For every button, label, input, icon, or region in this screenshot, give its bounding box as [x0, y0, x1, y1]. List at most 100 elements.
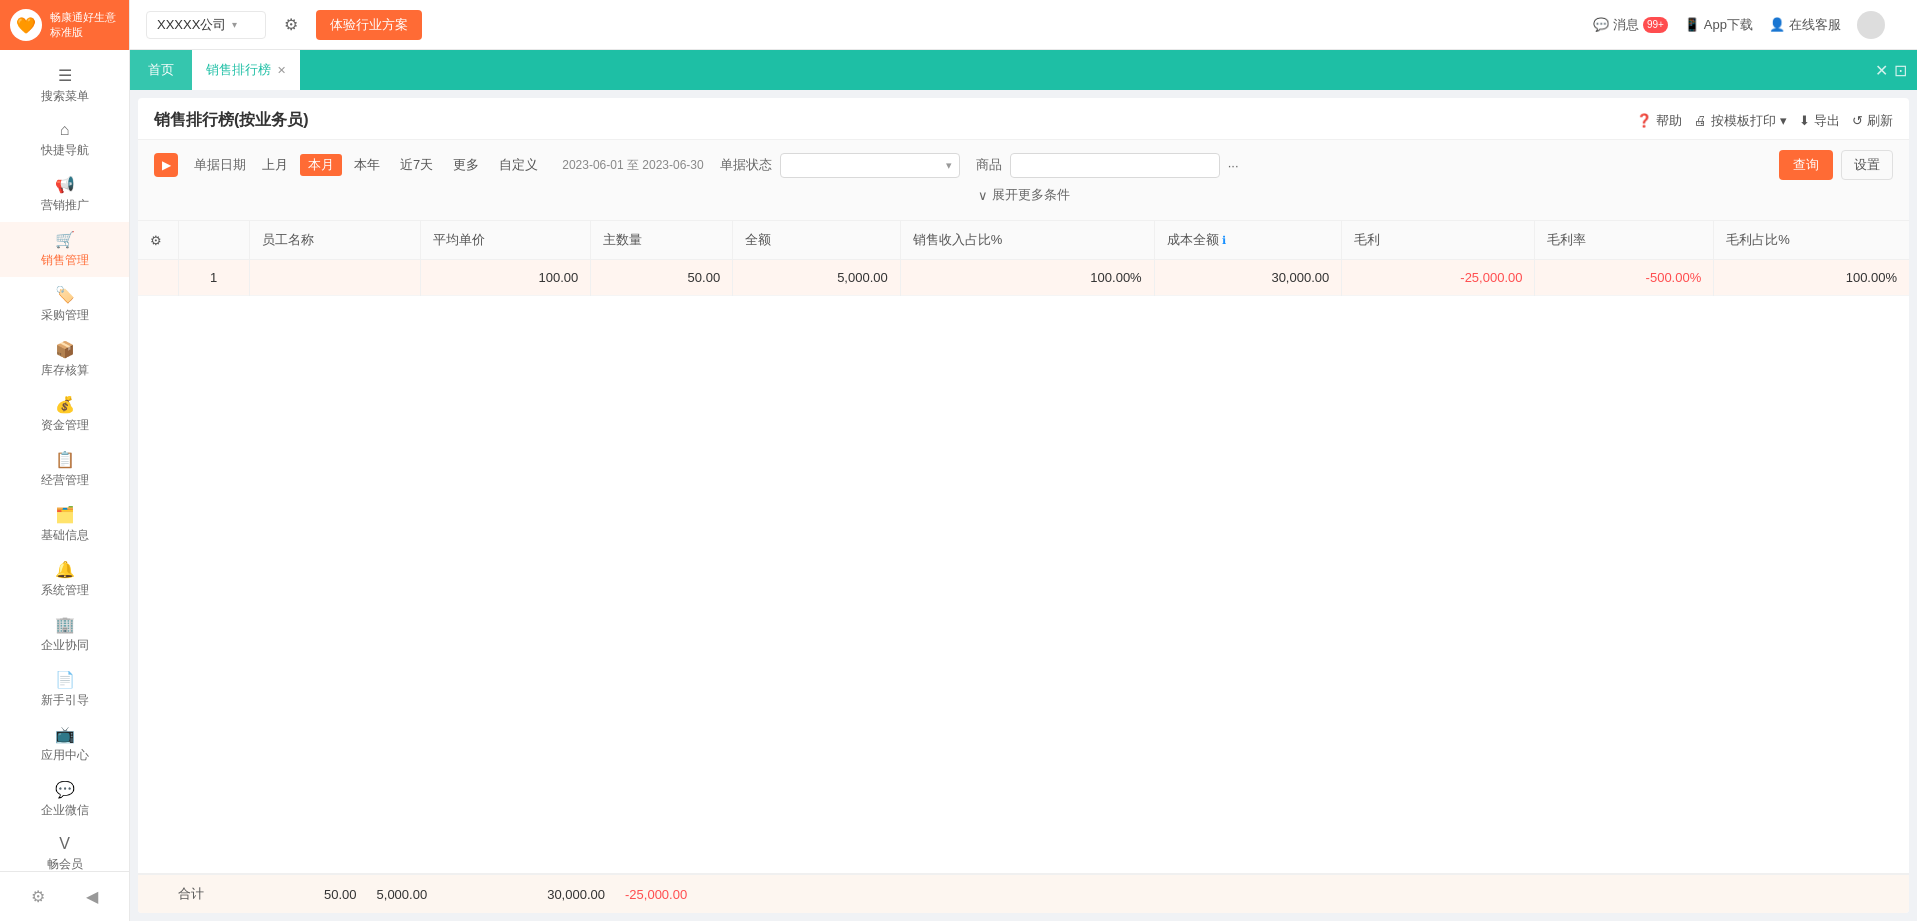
date-tab-this-year[interactable]: 本年 [346, 154, 388, 176]
col-employee: 员工名称 [249, 221, 420, 260]
row-employee [249, 260, 420, 296]
filter-arrow-button[interactable]: ▶ [154, 153, 178, 177]
marketing-label: 营销推广 [41, 197, 89, 214]
sidebar-item-sales[interactable]: 🛒 销售管理 [0, 222, 129, 277]
expand-conditions-button[interactable]: ∨ 展开更多条件 [154, 180, 1893, 210]
user-avatar[interactable] [1857, 11, 1885, 39]
col-settings[interactable]: ⚙ [138, 221, 178, 260]
settings-icon[interactable]: ⚙ [31, 887, 45, 906]
member-label: 畅会员 [47, 856, 83, 871]
sidebar-item-purchase[interactable]: 🏷️ 采购管理 [0, 277, 129, 332]
row-profit-rate: -500.00% [1535, 260, 1714, 296]
footer-amount: 5,000.00 [377, 887, 428, 902]
col-sales-ratio: 销售收入占比% [900, 221, 1154, 260]
goods-input[interactable] [1010, 153, 1220, 178]
tab-sales-ranking[interactable]: 销售排行榜 ✕ [192, 50, 300, 90]
topbar-settings-icon[interactable]: ⚙ [276, 10, 306, 40]
basic-info-label: 基础信息 [41, 527, 89, 544]
collapse-icon[interactable]: ◀ [86, 887, 98, 906]
tab-home[interactable]: 首页 [130, 50, 192, 90]
settings-button[interactable]: 设置 [1841, 150, 1893, 180]
sales-ranking-table: ⚙ 员工名称 平均单价 主数量 全额 销售收入占比% 成本全额 ℹ 毛利 毛利率… [138, 221, 1909, 296]
column-settings-icon[interactable]: ⚙ [150, 233, 162, 248]
quick-nav-icon: ⌂ [60, 121, 70, 139]
message-action[interactable]: 💬 消息 99+ [1593, 16, 1668, 34]
sidebar-item-inventory[interactable]: 📦 库存核算 [0, 332, 129, 387]
col-avg-price: 平均单价 [420, 221, 591, 260]
status-filter-group: 单据状态 [720, 153, 960, 178]
date-tab-last-month[interactable]: 上月 [254, 154, 296, 176]
goods-filter-group: 商品 ··· [976, 153, 1239, 178]
date-tab-7days[interactable]: 近7天 [392, 154, 441, 176]
status-select[interactable] [780, 153, 960, 178]
cost-info-icon[interactable]: ℹ [1222, 234, 1226, 246]
sidebar-item-enterprise-collab[interactable]: 🏢 企业协同 [0, 607, 129, 662]
sales-label: 销售管理 [41, 252, 89, 269]
app-download-action[interactable]: 📱 App下载 [1684, 16, 1753, 34]
content-area: 销售排行榜(按业务员) ❓ 帮助 🖨 按模板打印 ▾ ⬇ 导出 [130, 90, 1917, 921]
tab-close-icon[interactable]: ✕ [277, 64, 286, 77]
row-rank: 1 [178, 260, 249, 296]
sidebar-item-app-center[interactable]: 📺 应用中心 [0, 717, 129, 772]
member-icon: V [59, 835, 70, 853]
more-filter-icon[interactable]: ··· [1228, 158, 1239, 173]
inventory-icon: 📦 [55, 340, 75, 359]
search-order-icon: ☰ [58, 66, 72, 85]
date-tab-this-month[interactable]: 本月 [300, 154, 342, 176]
operation-label: 经营管理 [41, 472, 89, 489]
basic-info-icon: 🗂️ [55, 505, 75, 524]
sales-icon: 🛒 [55, 230, 75, 249]
footer-quantity: 50.00 [324, 887, 357, 902]
status-label: 单据状态 [720, 156, 772, 174]
main-area: XXXXX公司 ▾ ⚙ 体验行业方案 💬 消息 99+ 📱 App下载 👤 在线… [130, 0, 1917, 921]
export-button[interactable]: ⬇ 导出 [1799, 112, 1840, 130]
sidebar-item-enterprise-wechat[interactable]: 💬 企业微信 [0, 772, 129, 827]
tabbar: 首页 销售排行榜 ✕ ✕ ⊡ [130, 50, 1917, 90]
topbar: XXXXX公司 ▾ ⚙ 体验行业方案 💬 消息 99+ 📱 App下载 👤 在线… [130, 0, 1917, 50]
sidebar-item-finance[interactable]: 💰 资金管理 [0, 387, 129, 442]
beginner-label: 新手引导 [41, 692, 89, 709]
search-order-label: 搜索菜单 [41, 88, 89, 105]
sidebar-item-member[interactable]: V 畅会员 [0, 827, 129, 871]
window-maximize-icon[interactable]: ⊡ [1894, 61, 1907, 80]
help-button[interactable]: ❓ 帮助 [1636, 112, 1682, 130]
enterprise-collab-icon: 🏢 [55, 615, 75, 634]
footer-cost: 30,000.00 [547, 887, 605, 902]
page-actions: ❓ 帮助 🖨 按模板打印 ▾ ⬇ 导出 ↺ 刷新 [1636, 112, 1893, 130]
sidebar-item-basic-info[interactable]: 🗂️ 基础信息 [0, 497, 129, 552]
row-profit: -25,000.00 [1342, 260, 1535, 296]
company-dropdown-arrow: ▾ [232, 19, 237, 30]
sidebar-item-marketing[interactable]: 📢 营销推广 [0, 167, 129, 222]
online-support-action[interactable]: 👤 在线客服 [1769, 16, 1841, 34]
refresh-icon: ↺ [1852, 113, 1863, 128]
marketing-icon: 📢 [55, 175, 75, 194]
sidebar-item-operation[interactable]: 📋 经营管理 [0, 442, 129, 497]
sidebar-item-search-order[interactable]: ☰ 搜索菜单 [0, 58, 129, 113]
company-select[interactable]: XXXXX公司 ▾ [146, 11, 266, 39]
help-icon: ❓ [1636, 113, 1652, 128]
sidebar-item-system[interactable]: 🔔 系统管理 [0, 552, 129, 607]
sidebar-item-beginner[interactable]: 📄 新手引导 [0, 662, 129, 717]
print-button[interactable]: 🖨 按模板打印 ▾ [1694, 112, 1787, 130]
date-tab-custom[interactable]: 自定义 [491, 154, 546, 176]
inventory-label: 库存核算 [41, 362, 89, 379]
beginner-icon: 📄 [55, 670, 75, 689]
col-profit-rate: 毛利率 [1535, 221, 1714, 260]
date-tab-more[interactable]: 更多 [445, 154, 487, 176]
col-profit: 毛利 [1342, 221, 1535, 260]
footer-profit: -25,000.00 [625, 887, 687, 902]
sidebar-bottom: ⚙ ◀ [0, 871, 129, 921]
refresh-button[interactable]: ↺ 刷新 [1852, 112, 1893, 130]
window-close-icon[interactable]: ✕ [1875, 61, 1888, 80]
query-button[interactable]: 查询 [1779, 150, 1833, 180]
sidebar-item-quick-nav[interactable]: ⌂ 快捷导航 [0, 113, 129, 167]
row-quantity: 50.00 [591, 260, 733, 296]
trial-button[interactable]: 体验行业方案 [316, 10, 422, 40]
logo-icon: 🧡 [10, 9, 42, 41]
system-label: 系统管理 [41, 582, 89, 599]
filter-area: ▶ 单据日期 上月 本月 本年 近7天 更多 自定义 2023-06-01 至 … [138, 140, 1909, 221]
date-filter-group: 单据日期 上月 本月 本年 近7天 更多 自定义 [194, 154, 546, 176]
row-profit-ratio: 100.00% [1714, 260, 1909, 296]
col-quantity: 主数量 [591, 221, 733, 260]
finance-icon: 💰 [55, 395, 75, 414]
